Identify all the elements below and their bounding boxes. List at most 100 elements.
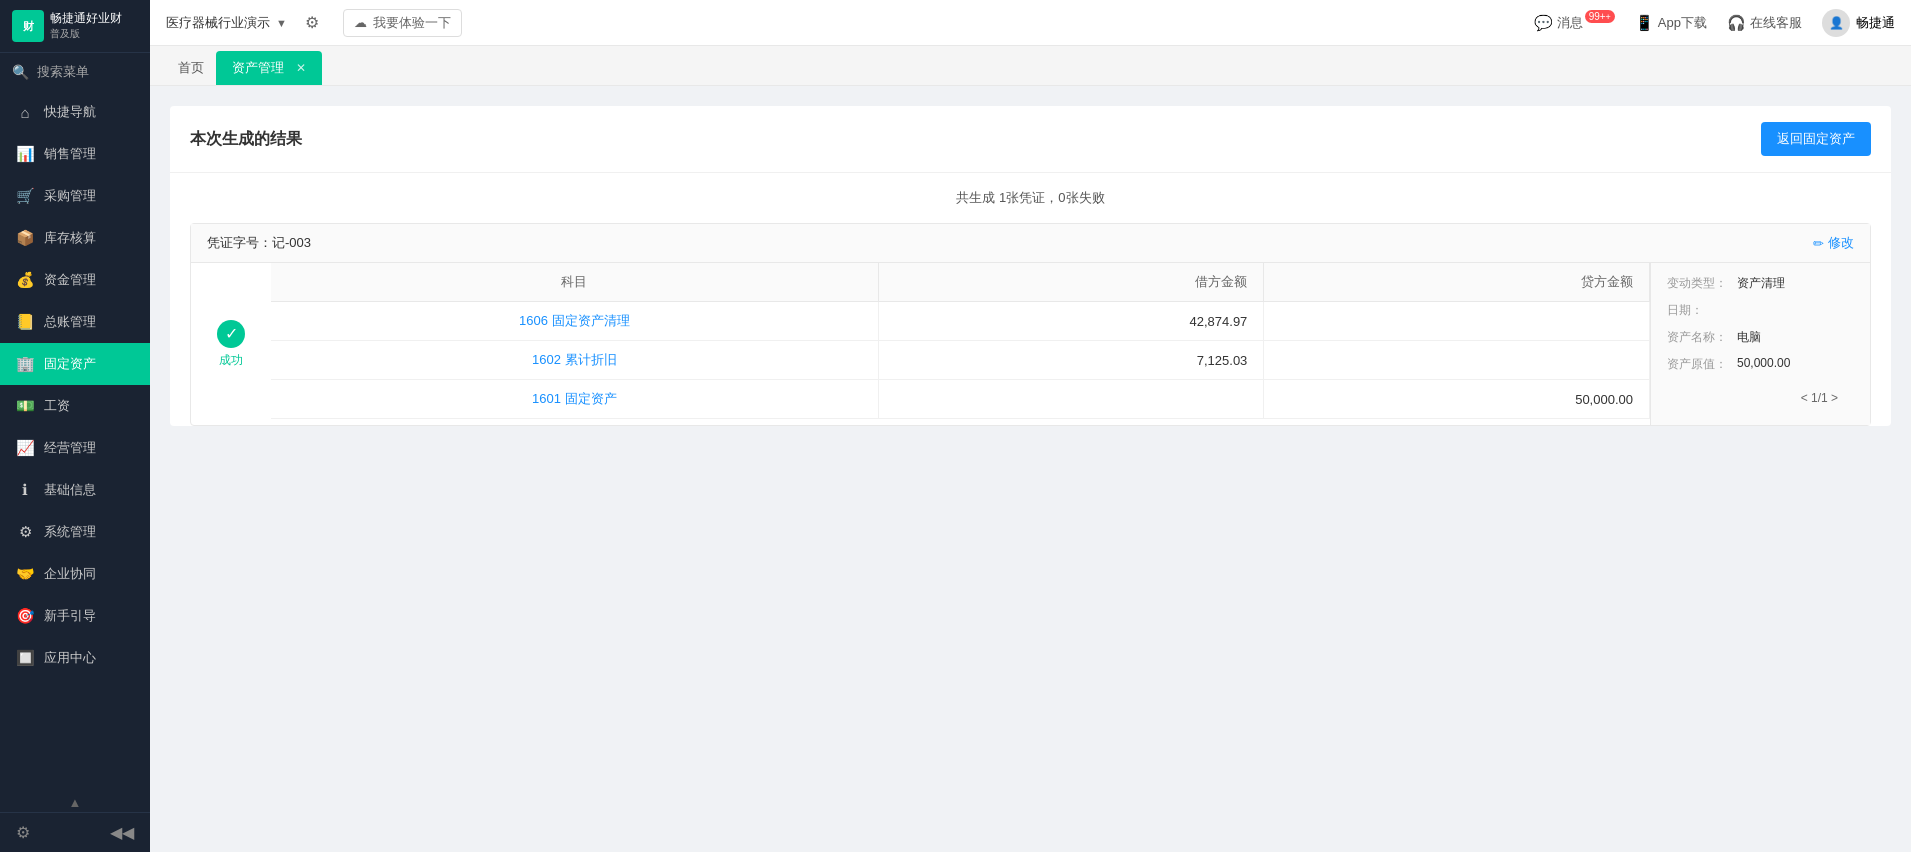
nav-label-newbie: 新手引导: [44, 607, 96, 625]
app-download-button[interactable]: 📱 App下载: [1635, 14, 1707, 32]
chevron-down-icon: ▼: [276, 17, 287, 29]
message-button[interactable]: 💬 消息 99++: [1534, 14, 1615, 32]
result-summary: 共生成 1张凭证，0张失败: [170, 173, 1891, 223]
subject-cell: 1606 固定资产清理: [271, 302, 878, 341]
return-button[interactable]: 返回固定资产: [1761, 122, 1871, 156]
sidebar-item-business[interactable]: 📈经营管理: [0, 427, 150, 469]
nav-icon-sales: 📊: [16, 145, 34, 163]
nav-label-inventory: 库存核算: [44, 229, 96, 247]
credit-cell: [1264, 341, 1650, 380]
nav-label-ledger: 总账管理: [44, 313, 96, 331]
tab-close-icon[interactable]: ✕: [296, 61, 306, 75]
voucher-section: 凭证字号：记-003 ✏ 修改 ✓ 成功: [190, 223, 1871, 426]
search-label: 搜索菜单: [37, 63, 89, 81]
sidebar-bottom: ⚙ ◀◀: [0, 812, 150, 852]
user-area[interactable]: 👤 畅捷通: [1822, 9, 1895, 37]
tab-home[interactable]: 首页: [166, 51, 216, 85]
download-icon: 📱: [1635, 14, 1654, 32]
sidebar-item-fixed-assets[interactable]: 🏢固定资产: [0, 343, 150, 385]
col-credit-header: 贷方金额: [1264, 263, 1650, 302]
experience-button[interactable]: ☁ 我要体验一下: [343, 9, 462, 37]
table-row: 1601 固定资产 50,000.00: [271, 380, 1650, 419]
sidebar-item-enterprise[interactable]: 🤝 企业协同: [0, 553, 150, 595]
date-row: 日期：: [1667, 302, 1854, 319]
change-type-value: 资产清理: [1737, 275, 1785, 292]
nav-label-fund: 资金管理: [44, 271, 96, 289]
collapse-icon[interactable]: ◀◀: [110, 823, 134, 842]
debit-cell: [878, 380, 1264, 419]
subject-cell: 1601 固定资产: [271, 380, 878, 419]
subject-cell: 1602 累计折旧: [271, 341, 878, 380]
col-subject-header: 科目: [271, 263, 878, 302]
nav-icon-quick-nav: ⌂: [16, 104, 34, 121]
result-panel: 本次生成的结果 返回固定资产 共生成 1张凭证，0张失败 凭证字号：记-003 …: [170, 106, 1891, 426]
voucher-edit-button[interactable]: ✏ 修改: [1813, 234, 1854, 252]
online-service-button[interactable]: 🎧 在线客服: [1727, 14, 1802, 32]
asset-value-label: 资产原值：: [1667, 356, 1737, 373]
col-debit-header: 借方金额: [878, 263, 1264, 302]
sidebar-item-purchase[interactable]: 🛒采购管理: [0, 175, 150, 217]
nav-label-basic: 基础信息: [44, 481, 96, 499]
message-icon: 💬: [1534, 14, 1553, 32]
asset-value-row: 资产原值： 50,000.00: [1667, 356, 1854, 373]
nav-label-purchase: 采购管理: [44, 187, 96, 205]
sidebar-item-quick-nav[interactable]: ⌂ 快捷导航: [0, 91, 150, 133]
success-status: ✓ 成功: [191, 263, 271, 425]
sidebar-item-payroll[interactable]: 💵工资: [0, 385, 150, 427]
change-type-label: 变动类型：: [1667, 275, 1737, 292]
table-row: 1602 累计折旧 7,125.03: [271, 341, 1650, 380]
nav-label-quick-nav: 快捷导航: [44, 103, 96, 121]
settings-icon[interactable]: ⚙: [16, 823, 30, 842]
sidebar-item-sales[interactable]: 📊销售管理: [0, 133, 150, 175]
asset-name-row: 资产名称： 电脑: [1667, 329, 1854, 346]
company-selector[interactable]: 医疗器械行业演示 ▼: [166, 14, 287, 32]
voucher-id: 凭证字号：记-003: [207, 234, 311, 252]
tab-asset-mgmt[interactable]: 资产管理 ✕: [216, 51, 322, 85]
nav-icon-enterprise: 🤝: [16, 565, 34, 583]
voucher-right-panel: 变动类型： 资产清理 日期： 资产名称： 电脑 资产原值：: [1650, 263, 1870, 425]
nav-label-business: 经营管理: [44, 439, 96, 457]
sidebar-item-basic[interactable]: ℹ基础信息: [0, 469, 150, 511]
credit-cell: 50,000.00: [1264, 380, 1650, 419]
nav-icon-system: ⚙: [16, 523, 34, 541]
nav-label-app-center: 应用中心: [44, 649, 96, 667]
success-icon: ✓: [217, 320, 245, 348]
page-title: 本次生成的结果: [190, 129, 302, 150]
voucher-header: 凭证字号：记-003 ✏ 修改: [191, 224, 1870, 263]
logo-text: 畅捷通好业财: [50, 11, 122, 27]
success-label: 成功: [219, 352, 243, 369]
debit-cell: 42,874.97: [878, 302, 1264, 341]
nav-icon-fixed-assets: 🏢: [16, 355, 34, 373]
pagination[interactable]: < 1/1 >: [1667, 383, 1854, 413]
sidebar-item-system[interactable]: ⚙ 系统管理: [0, 511, 150, 553]
app-download-label: App下载: [1658, 14, 1707, 32]
search-menu[interactable]: 🔍 搜索菜单: [0, 53, 150, 91]
experience-label: 我要体验一下: [373, 14, 451, 32]
sidebar-logo: 财 畅捷通好业财 普及版: [0, 0, 150, 53]
nav-label-enterprise: 企业协同: [44, 565, 96, 583]
nav-icon-ledger: 📒: [16, 313, 34, 331]
topbar: 医疗器械行业演示 ▼ ⚙ ☁ 我要体验一下 💬 消息 99++ 📱 App下载 …: [150, 0, 1911, 46]
nav-label-system: 系统管理: [44, 523, 96, 541]
message-badge: 99++: [1585, 10, 1615, 23]
topbar-settings-button[interactable]: ⚙: [297, 8, 327, 38]
online-service-label: 在线客服: [1750, 14, 1802, 32]
nav-icon-app-center: 🔲: [16, 649, 34, 667]
logo-icon: 财: [12, 10, 44, 42]
sidebar-item-ledger[interactable]: 📒 总账管理: [0, 301, 150, 343]
sidebar-item-newbie[interactable]: 🎯 新手引导: [0, 595, 150, 637]
tabbar: 首页 资产管理 ✕: [150, 46, 1911, 86]
edit-icon: ✏: [1813, 236, 1824, 251]
nav-icon-newbie: 🎯: [16, 607, 34, 625]
message-label: 消息: [1557, 14, 1583, 32]
asset-name-value: 电脑: [1737, 329, 1761, 346]
sidebar-item-app-center[interactable]: 🔲 应用中心: [0, 637, 150, 679]
main-area: 医疗器械行业演示 ▼ ⚙ ☁ 我要体验一下 💬 消息 99++ 📱 App下载 …: [150, 0, 1911, 852]
credit-cell: [1264, 302, 1650, 341]
voucher-body: ✓ 成功 科目 借方金额 贷方金额: [191, 263, 1870, 425]
scroll-down-button[interactable]: ▲: [0, 792, 150, 812]
sidebar-nav: ⌂ 快捷导航 📊销售管理🛒采购管理📦库存核算💰资金管理 📒 总账管理 🏢固定资产💵工资📈经…: [0, 91, 150, 792]
sidebar-item-fund[interactable]: 💰资金管理: [0, 259, 150, 301]
sidebar-item-inventory[interactable]: 📦库存核算: [0, 217, 150, 259]
nav-icon-payroll: 💵: [16, 397, 34, 415]
